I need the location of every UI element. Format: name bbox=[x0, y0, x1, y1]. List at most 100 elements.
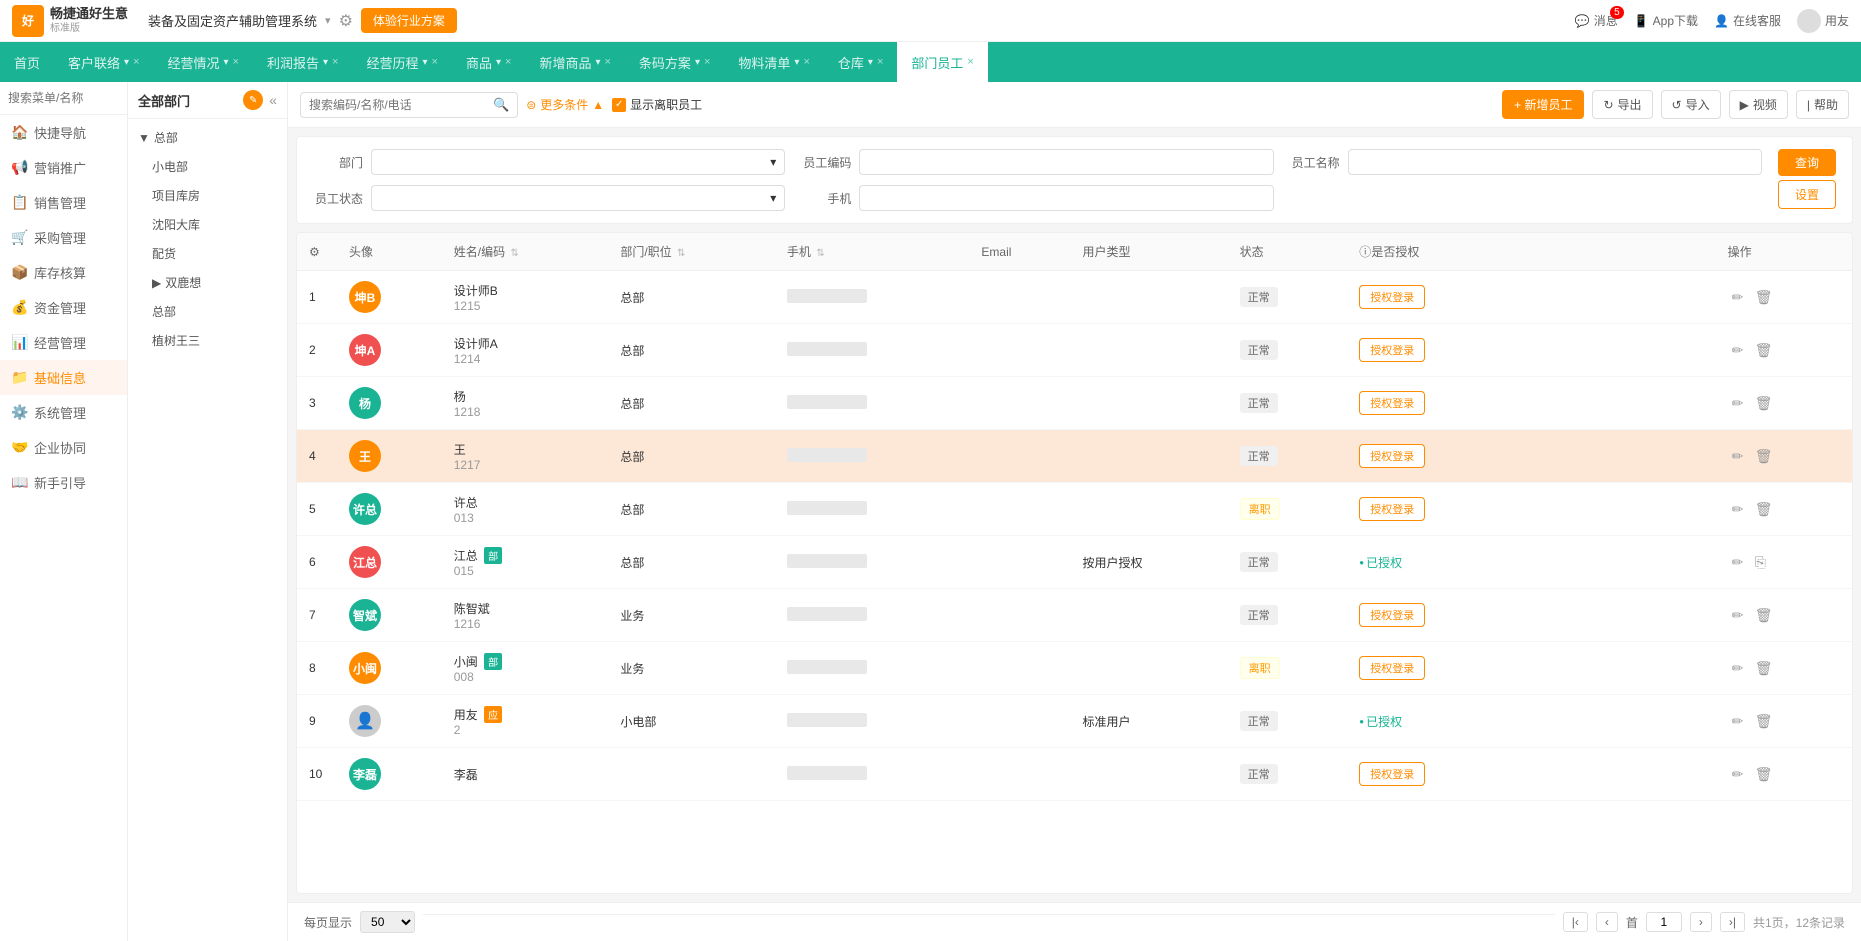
edit-button[interactable]: ✏ bbox=[1728, 340, 1748, 361]
copy-button[interactable]: ⎘ bbox=[1751, 552, 1770, 573]
tab-close[interactable]: × bbox=[233, 56, 239, 68]
page-number-input[interactable] bbox=[1646, 912, 1682, 932]
sidebar-item-marketing[interactable]: 📢 营销推广 bbox=[0, 150, 127, 185]
auth-login-button[interactable]: 授权登录 bbox=[1359, 285, 1425, 309]
tab-dept-staff[interactable]: 部门员工× bbox=[897, 42, 987, 82]
auth-login-button[interactable]: 授权登录 bbox=[1359, 497, 1425, 521]
auth-login-button[interactable]: 授权登录 bbox=[1359, 338, 1425, 362]
tab-close[interactable]: × bbox=[967, 56, 973, 68]
more-conditions-btn[interactable]: ⊜ 更多条件 ▲ bbox=[526, 96, 604, 113]
sidebar-item-guide[interactable]: 📖 新手引导 bbox=[0, 465, 127, 500]
tab-operation[interactable]: 经营情况▾× bbox=[154, 42, 253, 82]
tab-add-goods[interactable]: 新增商品▾× bbox=[525, 42, 624, 82]
export-button[interactable]: ↻ 导出 bbox=[1592, 90, 1652, 119]
tab-close[interactable]: × bbox=[505, 56, 511, 68]
dept-node-corp[interactable]: ▼ 总部 bbox=[128, 123, 287, 152]
sidebar-search-input[interactable] bbox=[8, 91, 128, 105]
delete-button[interactable]: 🗑 bbox=[1751, 764, 1777, 785]
tab-home[interactable]: 首页 bbox=[0, 42, 54, 82]
tab-close[interactable]: × bbox=[332, 56, 338, 68]
tab-bom[interactable]: 物料清单▾× bbox=[724, 42, 823, 82]
edit-button[interactable]: ✏ bbox=[1728, 393, 1748, 414]
auth-login-button[interactable]: 授权登录 bbox=[1359, 391, 1425, 415]
tab-profit[interactable]: 利润报告▾× bbox=[253, 42, 352, 82]
dept-node-sl[interactable]: ▶ 双鹿想 bbox=[128, 268, 287, 297]
edit-button[interactable]: ✏ bbox=[1728, 605, 1748, 626]
delete-button[interactable]: 🗑 bbox=[1751, 287, 1777, 308]
tab-close[interactable]: × bbox=[704, 56, 710, 68]
tab-history[interactable]: 经营历程▾× bbox=[352, 42, 451, 82]
dept-select[interactable]: ▾ bbox=[371, 149, 785, 175]
edit-button[interactable]: ✏ bbox=[1728, 287, 1748, 308]
tab-close[interactable]: × bbox=[604, 56, 610, 68]
tab-goods[interactable]: 商品▾× bbox=[452, 42, 525, 82]
col-phone[interactable]: 手机 ⇅ bbox=[775, 233, 970, 271]
delete-button[interactable]: 🗑 bbox=[1751, 499, 1777, 520]
sidebar-item-system[interactable]: ⚙️ 系统管理 bbox=[0, 395, 127, 430]
col-name[interactable]: 姓名/编码 ⇅ bbox=[442, 233, 609, 271]
dept-collapse-icon[interactable]: « bbox=[269, 92, 277, 108]
tab-close[interactable]: × bbox=[877, 56, 883, 68]
sidebar-item-coop[interactable]: 🤝 企业协同 bbox=[0, 430, 127, 465]
sidebar-item-basic[interactable]: 📁 基础信息 bbox=[0, 360, 127, 395]
tab-customer[interactable]: 客户联络▾× bbox=[54, 42, 153, 82]
phone-input[interactable] bbox=[859, 185, 1273, 211]
delete-button[interactable]: 🗑 bbox=[1751, 446, 1777, 467]
show-resigned-toggle[interactable]: ✓ 显示离职员工 bbox=[612, 96, 702, 113]
edit-button[interactable]: ✏ bbox=[1728, 658, 1748, 679]
view-button[interactable]: ▶ 视频 bbox=[1729, 90, 1788, 119]
tab-barcode[interactable]: 条码方案▾× bbox=[625, 42, 724, 82]
dept-node-proj[interactable]: 项目库房 bbox=[128, 181, 287, 210]
sidebar-item-sales[interactable]: 📋 销售管理 bbox=[0, 185, 127, 220]
first-page-button[interactable]: |‹ bbox=[1563, 912, 1588, 932]
edit-button[interactable]: ✏ bbox=[1728, 499, 1748, 520]
set-button[interactable]: 设置 bbox=[1778, 180, 1836, 209]
user-area[interactable]: 用友 bbox=[1797, 9, 1849, 33]
sidebar-item-purchase[interactable]: 🛒 采购管理 bbox=[0, 220, 127, 255]
sidebar-item-inventory[interactable]: 📦 库存核算 bbox=[0, 255, 127, 290]
prev-page-button[interactable]: ‹ bbox=[1596, 912, 1618, 932]
dept-node-elec[interactable]: 小电部 bbox=[128, 152, 287, 181]
add-employee-button[interactable]: + 新增员工 bbox=[1502, 90, 1584, 119]
dept-node-ph[interactable]: 配货 bbox=[128, 239, 287, 268]
auth-login-button[interactable]: 授权登录 bbox=[1359, 603, 1425, 627]
empname-input[interactable] bbox=[1348, 149, 1762, 175]
delete-button[interactable]: 🗑 bbox=[1751, 340, 1777, 361]
sidebar-item-ops[interactable]: 📊 经营管理 bbox=[0, 325, 127, 360]
last-page-button[interactable]: ›| bbox=[1720, 912, 1745, 932]
edit-button[interactable]: ✏ bbox=[1728, 711, 1748, 732]
delete-button[interactable]: 🗑 bbox=[1751, 393, 1777, 414]
tab-warehouse[interactable]: 仓库▾× bbox=[824, 42, 897, 82]
page-size-select[interactable]: 50 100 bbox=[360, 911, 415, 933]
message-area[interactable]: 💬 消息 5 bbox=[1575, 12, 1618, 29]
sidebar-item-capital[interactable]: 💰 资金管理 bbox=[0, 290, 127, 325]
trial-button[interactable]: 体验行业方案 bbox=[361, 8, 457, 33]
edit-button[interactable]: ✏ bbox=[1728, 764, 1748, 785]
empstatus-select[interactable]: ▾ bbox=[371, 185, 785, 211]
dept-add-icon[interactable]: ✎ bbox=[243, 90, 263, 110]
settings-icon[interactable]: ⚙ bbox=[339, 11, 353, 31]
delete-button[interactable]: 🗑 bbox=[1751, 605, 1777, 626]
delete-button[interactable]: 🗑 bbox=[1751, 658, 1777, 679]
online-service[interactable]: 👤 在线客服 bbox=[1714, 12, 1781, 29]
edit-button[interactable]: ✏ bbox=[1728, 552, 1748, 573]
dept-node-hq[interactable]: 总部 bbox=[128, 297, 287, 326]
dept-node-sy[interactable]: 沈阳大库 bbox=[128, 210, 287, 239]
search-button[interactable]: 查询 bbox=[1778, 149, 1836, 176]
empcode-input[interactable] bbox=[859, 149, 1273, 175]
next-page-button[interactable]: › bbox=[1690, 912, 1712, 932]
auth-login-button[interactable]: 授权登录 bbox=[1359, 656, 1425, 680]
help-button[interactable]: | 帮助 bbox=[1796, 90, 1849, 119]
auth-login-button[interactable]: 授权登录 bbox=[1359, 444, 1425, 468]
tab-close[interactable]: × bbox=[803, 56, 809, 68]
dept-node-zs[interactable]: 植树王三 bbox=[128, 326, 287, 355]
import-button[interactable]: ↺ 导入 bbox=[1661, 90, 1721, 119]
auth-login-button[interactable]: 授权登录 bbox=[1359, 762, 1425, 786]
tab-close[interactable]: × bbox=[133, 56, 139, 68]
edit-button[interactable]: ✏ bbox=[1728, 446, 1748, 467]
sidebar-item-nav[interactable]: 🏠 快捷导航 bbox=[0, 115, 127, 150]
delete-button[interactable]: 🗑 bbox=[1751, 711, 1777, 732]
tab-close[interactable]: × bbox=[432, 56, 438, 68]
app-download[interactable]: 📱 App下载 bbox=[1634, 12, 1698, 29]
col-dept[interactable]: 部门/职位 ⇅ bbox=[608, 233, 775, 271]
